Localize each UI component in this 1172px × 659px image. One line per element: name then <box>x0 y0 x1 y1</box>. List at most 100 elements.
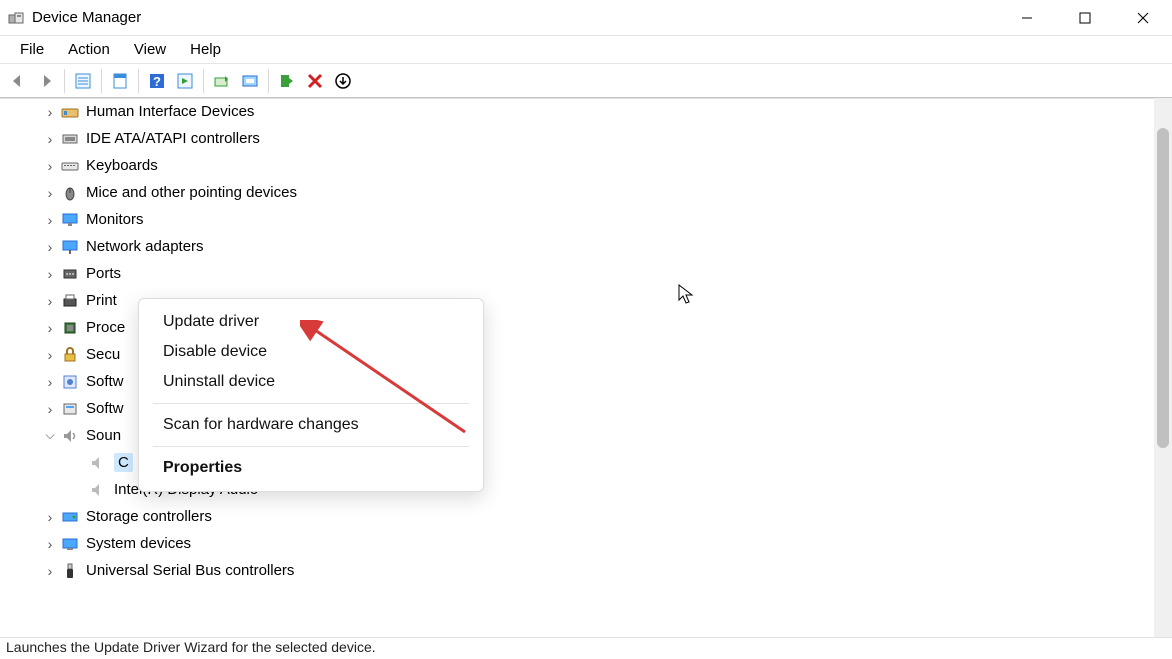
tree-node-usb[interactable]: Universal Serial Bus controllers <box>14 557 1152 584</box>
system-icon <box>60 534 80 554</box>
chevron-icon[interactable] <box>42 536 58 552</box>
chevron-icon[interactable] <box>42 293 58 309</box>
update-driver-button[interactable] <box>208 67 236 95</box>
audio-device-icon <box>88 453 108 473</box>
tree-label: IDE ATA/ATAPI controllers <box>86 130 260 147</box>
chevron-icon[interactable] <box>42 401 58 417</box>
window-title: Device Manager <box>32 9 998 26</box>
show-hidden-button[interactable] <box>69 67 97 95</box>
chevron-icon[interactable] <box>42 212 58 228</box>
security-icon <box>60 345 80 365</box>
enable-button[interactable] <box>273 67 301 95</box>
ports-icon <box>60 264 80 284</box>
ctx-uninstall-device[interactable]: Uninstall device <box>139 367 483 397</box>
chevron-icon[interactable] <box>42 509 58 525</box>
sound-icon <box>60 426 80 446</box>
software-device-icon <box>60 399 80 419</box>
ctx-separator <box>153 446 469 447</box>
printer-icon <box>60 291 80 311</box>
usb-icon <box>60 561 80 581</box>
tree-node-mice[interactable]: Mice and other pointing devices <box>14 179 1152 206</box>
tree-node-system[interactable]: System devices <box>14 530 1152 557</box>
software-component-icon <box>60 372 80 392</box>
menu-file[interactable]: File <box>8 39 56 60</box>
toolbar-separator <box>101 69 102 93</box>
ctx-properties[interactable]: Properties <box>139 453 483 483</box>
tree-node-hid[interactable]: Human Interface Devices <box>14 98 1152 125</box>
tree-label: Soun <box>86 427 121 444</box>
tree-node-network[interactable]: Network adapters <box>14 233 1152 260</box>
vertical-scrollbar[interactable] <box>1154 98 1172 637</box>
chevron-icon[interactable] <box>42 131 58 147</box>
tree-label: Proce <box>86 319 125 336</box>
tree-label: Storage controllers <box>86 508 212 525</box>
menu-view[interactable]: View <box>122 39 178 60</box>
tree-label: Secu <box>86 346 120 363</box>
ctx-disable-device[interactable]: Disable device <box>139 337 483 367</box>
tree-label: Keyboards <box>86 157 158 174</box>
toolbar-separator <box>203 69 204 93</box>
tree-label: Monitors <box>86 211 144 228</box>
network-icon <box>60 237 80 257</box>
toolbar-separator <box>64 69 65 93</box>
help-button[interactable]: ? <box>143 67 171 95</box>
window-controls <box>998 0 1172 35</box>
chevron-icon[interactable] <box>42 563 58 579</box>
remove-button[interactable] <box>301 67 329 95</box>
status-text: Launches the Update Driver Wizard for th… <box>6 639 376 655</box>
tree-label: Print <box>86 292 117 309</box>
properties-button[interactable] <box>106 67 134 95</box>
app-icon <box>8 10 24 26</box>
processor-icon <box>60 318 80 338</box>
ctx-separator <box>153 403 469 404</box>
toolbar: ? <box>0 64 1172 98</box>
chevron-icon[interactable] <box>42 374 58 390</box>
chevron-icon[interactable] <box>42 104 58 120</box>
svg-text:?: ? <box>153 74 161 89</box>
chevron-icon[interactable] <box>42 185 58 201</box>
ctx-update-driver[interactable]: Update driver <box>139 307 483 337</box>
menubar: File Action View Help <box>0 36 1172 64</box>
chevron-icon[interactable] <box>42 320 58 336</box>
chevron-icon[interactable] <box>42 158 58 174</box>
ide-icon <box>60 129 80 149</box>
chevron-icon[interactable] <box>42 239 58 255</box>
tree-label: Softw <box>86 400 124 417</box>
context-menu: Update driver Disable device Uninstall d… <box>138 298 484 492</box>
tree-label: Softw <box>86 373 124 390</box>
tree-label: Mice and other pointing devices <box>86 184 297 201</box>
audio-device-icon <box>88 480 108 500</box>
uninstall-button[interactable] <box>329 67 357 95</box>
tree-node-monitors[interactable]: Monitors <box>14 206 1152 233</box>
tree-node-ports[interactable]: Ports <box>14 260 1152 287</box>
forward-button[interactable] <box>32 67 60 95</box>
tree-label: Universal Serial Bus controllers <box>86 562 294 579</box>
ctx-scan-hardware[interactable]: Scan for hardware changes <box>139 410 483 440</box>
keyboard-icon <box>60 156 80 176</box>
tree-node-keyboards[interactable]: Keyboards <box>14 152 1152 179</box>
maximize-button[interactable] <box>1056 0 1114 35</box>
tree-label: System devices <box>86 535 191 552</box>
tree-label: Network adapters <box>86 238 204 255</box>
minimize-button[interactable] <box>998 0 1056 35</box>
titlebar: Device Manager <box>0 0 1172 36</box>
toolbar-separator <box>268 69 269 93</box>
chevron-down-icon[interactable] <box>42 428 58 443</box>
scan-button[interactable] <box>236 67 264 95</box>
storage-icon <box>60 507 80 527</box>
close-button[interactable] <box>1114 0 1172 35</box>
details-button[interactable] <box>171 67 199 95</box>
chevron-icon[interactable] <box>42 266 58 282</box>
tree-label: Ports <box>86 265 121 282</box>
scrollbar-thumb[interactable] <box>1157 128 1169 448</box>
tree-node-ide[interactable]: IDE ATA/ATAPI controllers <box>14 125 1152 152</box>
tree-node-storage[interactable]: Storage controllers <box>14 503 1152 530</box>
hid-icon <box>60 102 80 122</box>
toolbar-separator <box>138 69 139 93</box>
back-button[interactable] <box>4 67 32 95</box>
menu-help[interactable]: Help <box>178 39 233 60</box>
chevron-icon[interactable] <box>42 347 58 363</box>
menu-action[interactable]: Action <box>56 39 122 60</box>
tree-label: C <box>114 453 133 472</box>
mouse-cursor-icon <box>678 284 696 306</box>
